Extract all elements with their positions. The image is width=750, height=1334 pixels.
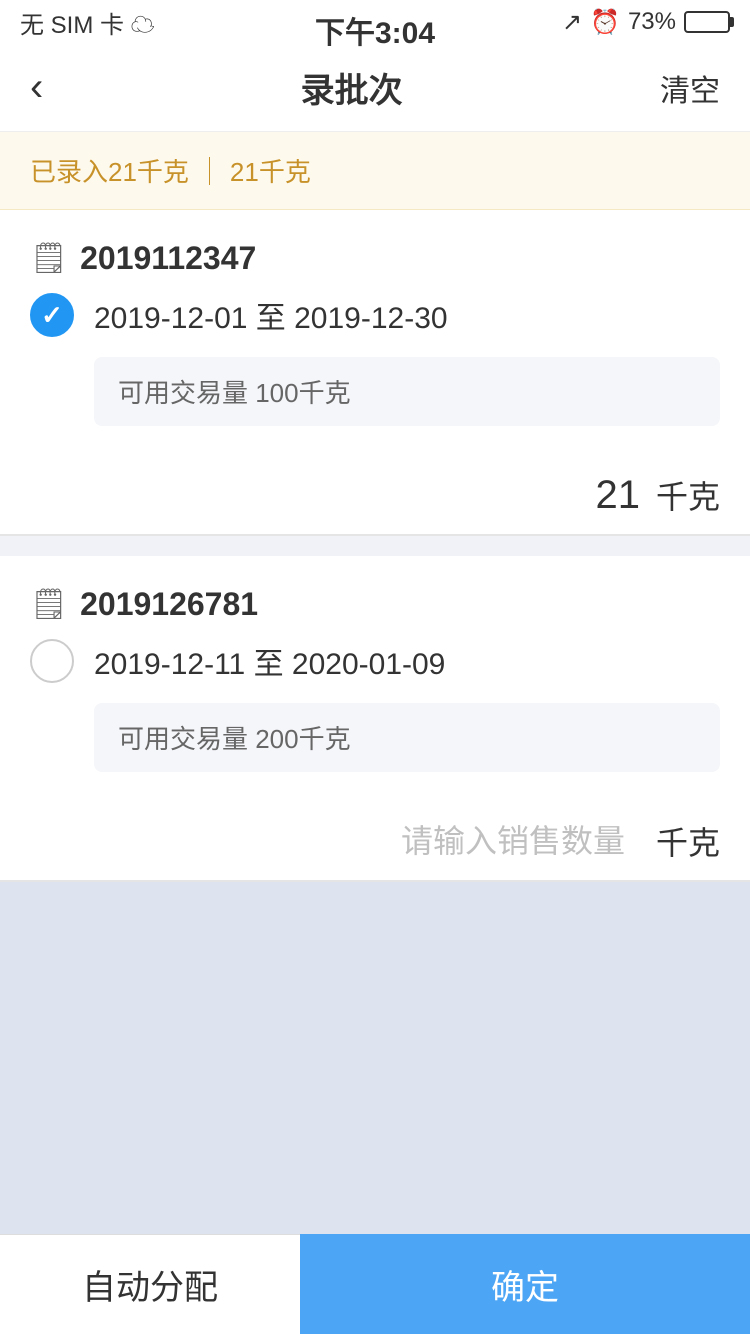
batch-item-1: 🗒 2019112347 2019-12-01 至 2019-12-30 可用交… — [0, 210, 750, 426]
status-bar: 无 SIM 卡 ☁ 下午3:04 ↗ ⏰ 73% — [0, 0, 750, 44]
batch2-id: 2019126781 — [80, 586, 258, 623]
batch2-date: 2019-12-11 至 2020-01-09 — [94, 639, 445, 683]
batch1-avail: 可用交易量 100千克 — [94, 357, 720, 426]
nav-bar: ‹ 录批次 清空 — [0, 44, 750, 132]
batch2-unit: 千克 — [656, 818, 720, 864]
batch1-radio[interactable] — [30, 293, 74, 337]
batch2-header: 🗒 2019126781 — [30, 586, 720, 623]
clear-button[interactable]: 清空 — [660, 66, 720, 110]
recorded-label: 已录入21千克 — [30, 152, 189, 189]
batch2-input-row: 千克 — [0, 802, 750, 882]
batch2-date-row: 2019-12-11 至 2020-01-09 — [30, 639, 720, 683]
page-title: 录批次 — [301, 63, 403, 112]
batch1-qty-row: 21 千克 — [0, 456, 750, 536]
confirm-button[interactable]: 确定 — [300, 1234, 750, 1334]
batch1-date-row: 2019-12-01 至 2019-12-30 — [30, 293, 720, 337]
batch1-icon: 🗒 — [30, 241, 68, 276]
location-icon: ↗ — [562, 8, 582, 37]
batch1-id: 2019112347 — [80, 240, 256, 277]
battery-icon — [684, 11, 730, 33]
info-banner: 已录入21千克 21千克 — [0, 132, 750, 210]
alarm-icon: ⏰ — [590, 8, 620, 37]
batch-card-1: 🗒 2019112347 2019-12-01 至 2019-12-30 可用交… — [0, 210, 750, 536]
banner-divider — [209, 157, 210, 185]
batch2-icon: 🗒 — [30, 587, 68, 622]
battery-percent: 73% — [628, 8, 676, 36]
quantity-input[interactable] — [240, 823, 640, 860]
batch1-date: 2019-12-01 至 2019-12-30 — [94, 293, 448, 337]
status-left: 无 SIM 卡 ☁ — [20, 5, 155, 40]
batch1-qty-value: 21 — [595, 473, 640, 518]
sim-label: 无 SIM 卡 ☁ — [20, 5, 155, 40]
section-separator — [0, 536, 750, 556]
back-button[interactable]: ‹ — [30, 65, 43, 110]
batch1-qty-unit: 千克 — [656, 472, 720, 518]
bottom-bar: 自动分配 确定 — [0, 1234, 750, 1334]
batch-item-2: 🗒 2019126781 2019-12-11 至 2020-01-09 可用交… — [0, 556, 750, 772]
status-time: 下午3:04 — [315, 8, 435, 52]
status-right: ↗ ⏰ 73% — [562, 8, 730, 37]
amount-label: 21千克 — [230, 152, 311, 189]
batch-card-2: 🗒 2019126781 2019-12-11 至 2020-01-09 可用交… — [0, 556, 750, 882]
batch2-avail: 可用交易量 200千克 — [94, 703, 720, 772]
batch2-radio[interactable] — [30, 639, 74, 683]
batch1-header: 🗒 2019112347 — [30, 240, 720, 277]
auto-distribute-button[interactable]: 自动分配 — [0, 1234, 300, 1334]
